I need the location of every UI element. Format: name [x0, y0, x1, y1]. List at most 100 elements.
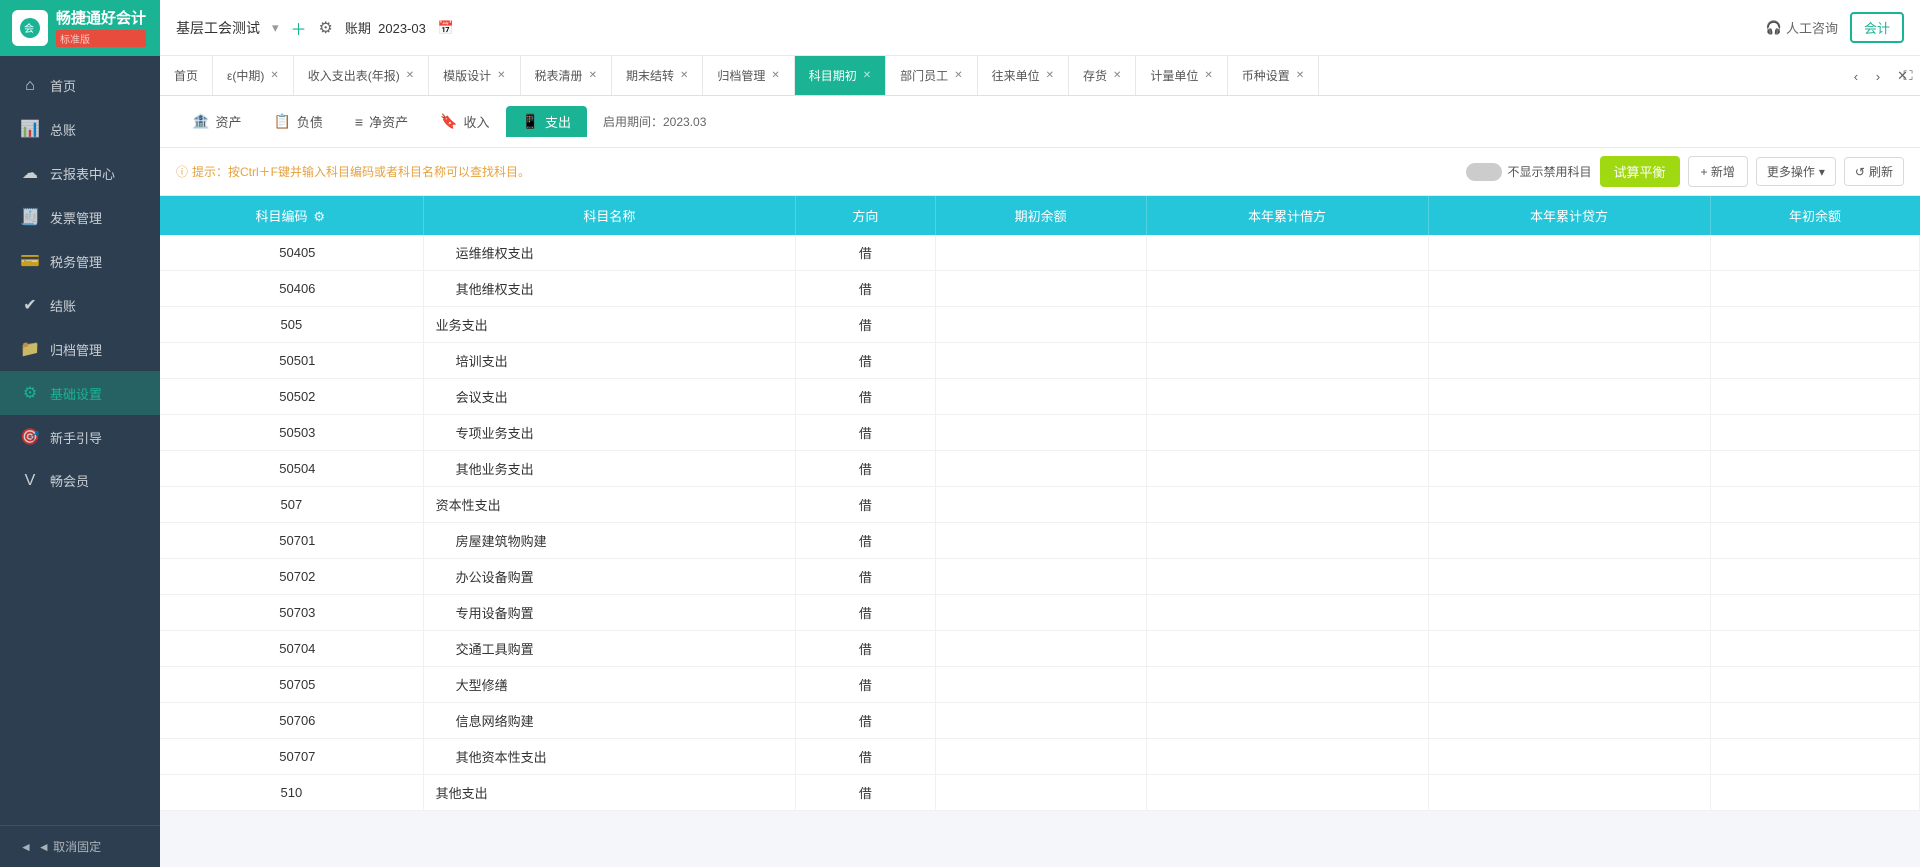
tab-close-8[interactable]: ✕: [954, 70, 962, 81]
table-row[interactable]: 50502 会议支出 借: [160, 379, 1920, 415]
table-row[interactable]: 50701 房屋建筑物购建 借: [160, 523, 1920, 559]
disabled-toggle[interactable]: [1466, 163, 1502, 181]
table-row[interactable]: 50503 专项业务支出 借: [160, 415, 1920, 451]
sidebar-item-基础设置[interactable]: ⚙基础设置: [0, 371, 160, 415]
tab-next-btn[interactable]: ›: [1868, 56, 1888, 96]
cell-year-balance-10: [1710, 595, 1920, 631]
period-info: 启用期间：2023.03: [603, 113, 706, 130]
tab-首页[interactable]: 首页: [160, 56, 213, 95]
add-company-icon[interactable]: ＋: [291, 16, 307, 40]
table-row[interactable]: 505 业务支出 借: [160, 307, 1920, 343]
tab-收入支出表(年报)[interactable]: 收入支出表(年报)✕: [294, 56, 429, 95]
sidebar-item-云报表中心[interactable]: ☁云报表中心: [0, 151, 160, 195]
tab-close-10[interactable]: ✕: [1113, 70, 1121, 81]
cell-year-balance-8: [1710, 523, 1920, 559]
cell-direction-8: 借: [796, 523, 936, 559]
tab-label-10: 存货: [1083, 67, 1107, 84]
cell-name-11: 交通工具购置: [423, 631, 795, 667]
sidebar-label-1: 总账: [50, 120, 76, 139]
tab-close-5[interactable]: ✕: [680, 70, 688, 81]
sidebar-collapse-btn[interactable]: ◄ ◄ 取消固定: [0, 825, 160, 867]
cell-credit-4: [1428, 379, 1710, 415]
tab-归档管理[interactable]: 归档管理✕: [703, 56, 794, 95]
filter-tab-收入[interactable]: 🔖收入: [424, 106, 505, 137]
filter-tab-支出[interactable]: 📱支出: [506, 106, 587, 137]
tab-部门员工[interactable]: 部门员工✕: [886, 56, 977, 95]
refresh-label: 刷新: [1869, 163, 1893, 180]
cell-year-balance-7: [1710, 487, 1920, 523]
table-row[interactable]: 50707 其他资本性支出 借: [160, 739, 1920, 775]
sidebar-item-畅会员[interactable]: V畅会员: [0, 459, 160, 502]
tab-close-6[interactable]: ✕: [771, 70, 779, 81]
table-row[interactable]: 50706 信息网络购建 借: [160, 703, 1920, 739]
table-row[interactable]: 507 资本性支出 借: [160, 487, 1920, 523]
filter-tab-净资产[interactable]: ≡净资产: [339, 106, 424, 137]
tab-close-4[interactable]: ✕: [589, 70, 597, 81]
filter-tab-资产[interactable]: 🏦资产: [176, 106, 257, 137]
cell-debit-11: [1146, 631, 1428, 667]
tab-close-2[interactable]: ✕: [406, 70, 414, 81]
table-row[interactable]: 50504 其他业务支出 借: [160, 451, 1920, 487]
table-row[interactable]: 50702 办公设备购置 借: [160, 559, 1920, 595]
tab-科目期初[interactable]: 科目期初 ✕: [795, 56, 886, 95]
tab-expand-btn[interactable]: ⛶: [1896, 56, 1920, 96]
tab-存货[interactable]: 存货 ✕: [1069, 56, 1136, 95]
tab-prev-btn[interactable]: ‹: [1846, 56, 1866, 96]
cell-debit-5: [1146, 415, 1428, 451]
customer-service-btn[interactable]: 🎧 人工咨询: [1766, 18, 1838, 37]
sidebar-item-税务管理[interactable]: 💳税务管理: [0, 239, 160, 283]
refresh-btn[interactable]: ↺ 刷新: [1844, 157, 1904, 186]
tab-close-11[interactable]: ✕: [1204, 70, 1212, 81]
settings-icon[interactable]: ⚙: [319, 18, 333, 38]
table-row[interactable]: 50705 大型修缮 借: [160, 667, 1920, 703]
tab-label-3: 模版设计: [443, 67, 491, 84]
app-subtitle: 标准版: [56, 30, 146, 47]
table-row[interactable]: 50703 专用设备购置 借: [160, 595, 1920, 631]
sidebar-icon-2: ☁: [20, 163, 40, 183]
tab-模版设计[interactable]: 模版设计 ✕: [429, 56, 520, 95]
tab-往来单位[interactable]: 往来单位✕: [978, 56, 1069, 95]
tab-期末结转[interactable]: 期末结转✕: [612, 56, 703, 95]
sidebar-item-结账[interactable]: ✔结账: [0, 283, 160, 327]
more-btn[interactable]: 更多操作 ▾: [1756, 157, 1836, 186]
sidebar-item-新手引导[interactable]: 🎯新手引导: [0, 415, 160, 459]
tab-币种设置[interactable]: 币种设置✕: [1228, 56, 1319, 95]
col-balance: 期初余额: [935, 196, 1146, 235]
app-logo-icon: 会: [12, 10, 48, 46]
tab-税表清册[interactable]: 税表清册✕: [521, 56, 612, 95]
table-row[interactable]: 510 其他支出 借: [160, 775, 1920, 811]
user-role-btn[interactable]: 会计: [1850, 12, 1904, 43]
cell-debit-2: [1146, 307, 1428, 343]
sidebar-label-4: 税务管理: [50, 252, 102, 271]
balance-btn[interactable]: 试算平衡: [1600, 156, 1680, 187]
col-settings-icon[interactable]: ⚙: [311, 209, 327, 225]
table-row[interactable]: 50704 交通工具购置 借: [160, 631, 1920, 667]
toggle-area: 不显示禁用科目: [1466, 163, 1592, 181]
app-logo-text: 畅捷通好会计 标准版: [56, 10, 146, 47]
sidebar-item-首页[interactable]: ⌂首页: [0, 64, 160, 107]
tab-close-7[interactable]: ✕: [863, 70, 871, 81]
sidebar-logo: 会 畅捷通好会计 标准版: [0, 0, 160, 56]
sidebar-item-发票管理[interactable]: 🧾发票管理: [0, 195, 160, 239]
tab-ε(中期)[interactable]: ε(中期)✕: [213, 56, 294, 95]
table-row[interactable]: 50406 其他维权支出 借: [160, 271, 1920, 307]
cell-balance-7: [935, 487, 1146, 523]
company-dropdown-icon[interactable]: ▾: [272, 20, 279, 36]
cell-year-balance-0: [1710, 235, 1920, 271]
tab-close-9[interactable]: ✕: [1046, 70, 1054, 81]
tab-close-1[interactable]: ✕: [270, 70, 278, 81]
filter-tab-负债[interactable]: 📋负债: [257, 106, 338, 137]
tab-close-12[interactable]: ✕: [1296, 70, 1304, 81]
cell-balance-3: [935, 343, 1146, 379]
table-row[interactable]: 50405 运维维权支出 借: [160, 235, 1920, 271]
tab-close-3[interactable]: ✕: [497, 70, 505, 81]
sidebar-item-总账[interactable]: 📊总账: [0, 107, 160, 151]
add-btn[interactable]: + 新增: [1688, 156, 1748, 187]
tab-计量单位[interactable]: 计量单位✕: [1136, 56, 1227, 95]
cell-debit-0: [1146, 235, 1428, 271]
sidebar-item-归档管理[interactable]: 📁归档管理: [0, 327, 160, 371]
cell-year-balance-14: [1710, 739, 1920, 775]
calendar-icon[interactable]: 📅: [438, 20, 454, 36]
tab-label-7: 科目期初: [809, 67, 857, 84]
table-row[interactable]: 50501 培训支出 借: [160, 343, 1920, 379]
